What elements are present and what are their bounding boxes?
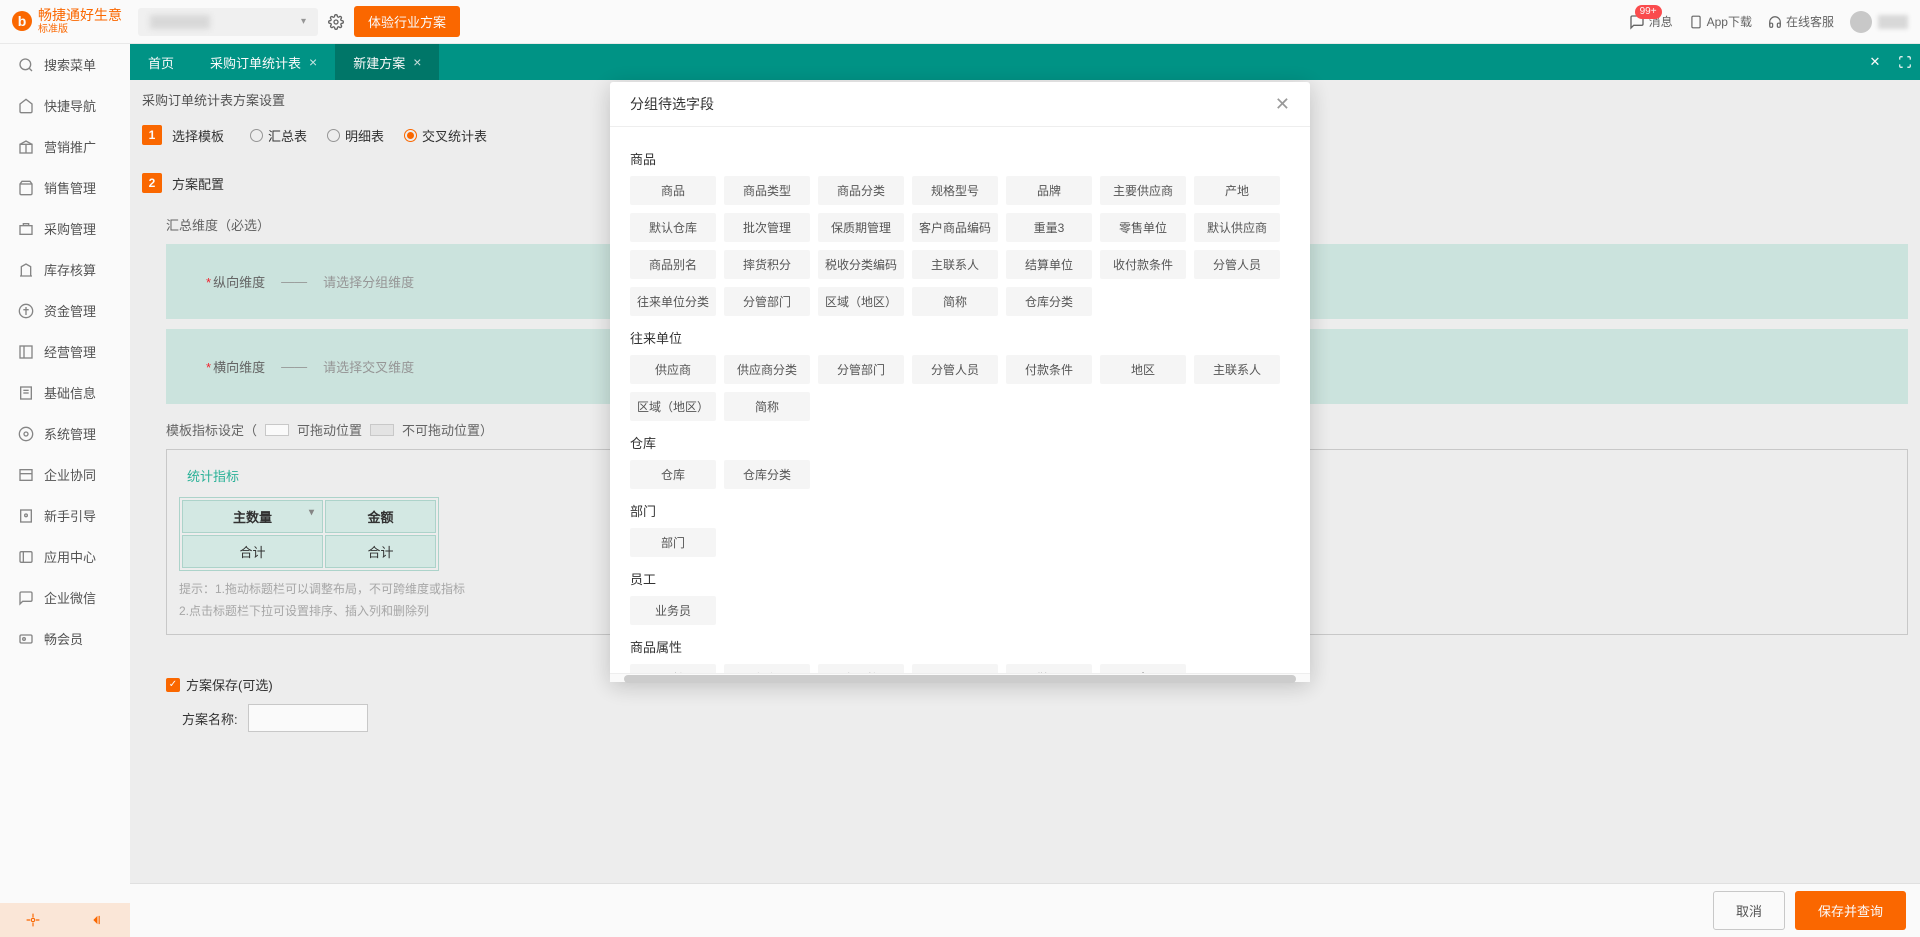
field-item[interactable]: 批次管理 [724,213,810,242]
field-item[interactable]: 部门 [630,528,716,557]
field-grid: 供应商供应商分类分管部门分管人员付款条件地区主联系人区域（地区） 简称 [630,355,1290,421]
field-item[interactable]: 商品别名 [630,250,716,279]
field-item[interactable]: 产地 [1194,176,1280,205]
field-item[interactable]: 品牌 [1006,176,1092,205]
field-item[interactable]: 区域（地区） [818,287,904,316]
field-item[interactable]: 仓库分类 [1006,287,1092,316]
field-item[interactable]: 重量3 [1006,213,1092,242]
field-item[interactable]: 简称 [912,287,998,316]
field-item[interactable]: 客户商品编码 [912,213,998,242]
field-item[interactable]: 仓库 [630,460,716,489]
field-grid: 属性颜色多规格尺码鞋码 1 [630,664,1290,673]
field-item[interactable]: 主要供应商 [1100,176,1186,205]
field-section-title: 员工 [630,569,1290,588]
field-item[interactable]: 简称 [724,392,810,421]
field-item[interactable]: 分管部门 [818,355,904,384]
field-item[interactable]: 付款条件 [1006,355,1092,384]
field-item[interactable]: 零售单位 [1100,213,1186,242]
field-item[interactable]: 规格型号 [912,176,998,205]
field-item[interactable]: 鞋码 [1006,664,1092,673]
field-grid: 仓库仓库分类 [630,460,1290,489]
field-item[interactable]: 分管人员 [912,355,998,384]
field-item[interactable]: 税收分类编码 [818,250,904,279]
field-item[interactable]: 摔货积分 [724,250,810,279]
modal-title: 分组待选字段 [630,94,714,114]
field-item[interactable]: 商品类型 [724,176,810,205]
field-item[interactable]: 主联系人 [1194,355,1280,384]
field-grid: 部门 [630,528,1290,557]
field-item[interactable]: 默认供应商 [1194,213,1280,242]
field-item[interactable]: 供应商 [630,355,716,384]
field-section-title: 商品 [630,149,1290,168]
field-item[interactable]: 多规格 [818,664,904,673]
field-grid: 商品商品类型商品分类规格型号品牌主要供应商产地默认仓库批次管理保质期管理客户商品… [630,176,1290,316]
field-item[interactable]: 地区 [1100,355,1186,384]
field-item[interactable]: 仓库分类 [724,460,810,489]
field-item[interactable]: 主联系人 [912,250,998,279]
field-item[interactable]: 结算单位 [1006,250,1092,279]
field-item[interactable]: 1 [1100,664,1186,673]
field-item[interactable]: 尺码 [912,664,998,673]
modal-close-button[interactable]: ✕ [1275,95,1290,113]
field-item[interactable]: 属性 [630,664,716,673]
field-item[interactable]: 收付款条件 [1100,250,1186,279]
horizontal-scrollbar[interactable] [610,673,1310,682]
field-section-title: 往来单位 [630,328,1290,347]
field-item[interactable]: 分管人员 [1194,250,1280,279]
field-item[interactable]: 往来单位分类 [630,287,716,316]
field-item[interactable]: 保质期管理 [818,213,904,242]
field-item[interactable]: 分管部门 [724,287,810,316]
field-item[interactable]: 商品分类 [818,176,904,205]
field-item[interactable]: 商品 [630,176,716,205]
modal-overlay: 分组待选字段 ✕ 商品商品商品类型商品分类规格型号品牌主要供应商产地默认仓库批次… [0,0,1920,937]
field-item[interactable]: 供应商分类 [724,355,810,384]
field-section-title: 部门 [630,501,1290,520]
field-item[interactable]: 区域（地区） [630,392,716,421]
field-item[interactable]: 默认仓库 [630,213,716,242]
field-item[interactable]: 业务员 [630,596,716,625]
field-section-title: 商品属性 [630,637,1290,656]
field-selection-modal: 分组待选字段 ✕ 商品商品商品类型商品分类规格型号品牌主要供应商产地默认仓库批次… [610,82,1310,682]
field-grid: 业务员 [630,596,1290,625]
field-item[interactable]: 颜色 [724,664,810,673]
field-section-title: 仓库 [630,433,1290,452]
